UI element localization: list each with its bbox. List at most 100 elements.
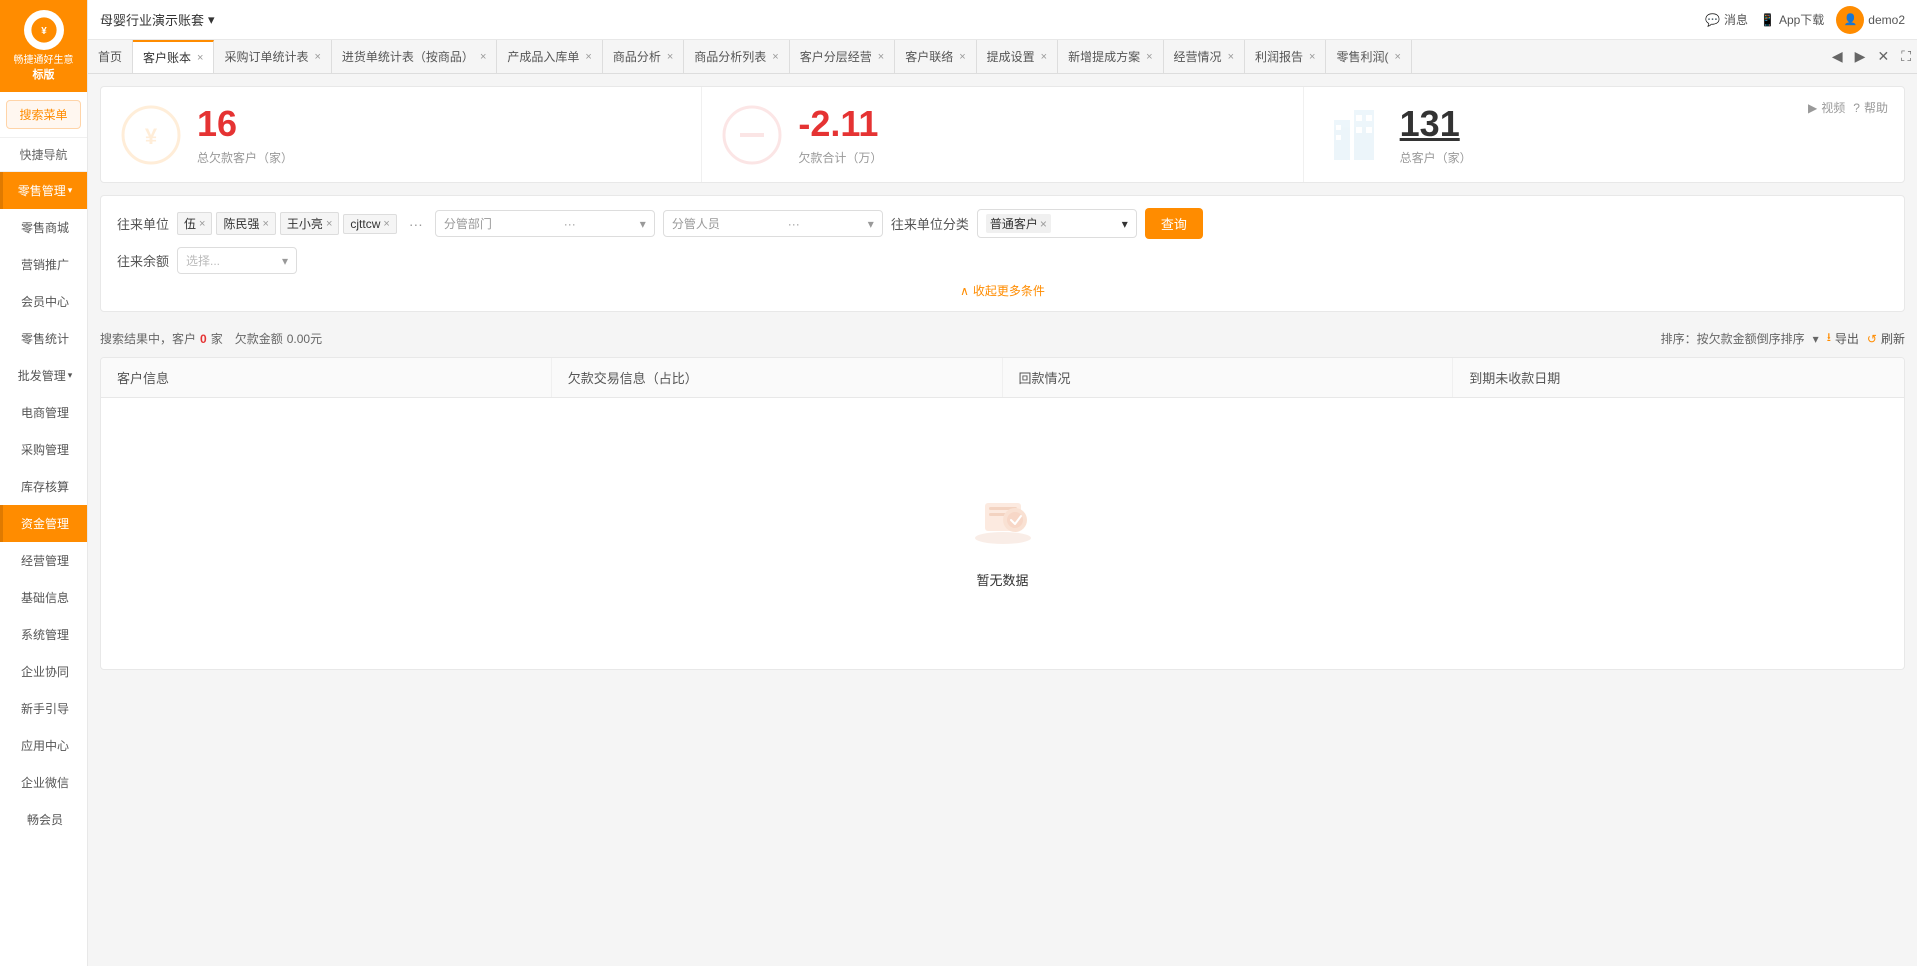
tag-remove-icon[interactable]: × — [262, 218, 268, 230]
tab-close-icon[interactable]: × — [314, 51, 320, 63]
tag-remove-icon[interactable]: × — [383, 218, 389, 230]
avatar-icon: 👤 — [1843, 13, 1857, 26]
tab-close-icon[interactable]: × — [667, 51, 673, 63]
tab-scroll-right[interactable]: ▶ — [1849, 48, 1872, 65]
sidebar-item-sys-mgmt[interactable]: 系统管理 — [0, 616, 87, 653]
sidebar-item-basic-info[interactable]: 基础信息 — [0, 579, 87, 616]
tab-promotion-settings[interactable]: 提成设置× — [977, 40, 1058, 74]
unit-tag-陈民强[interactable]: 陈民强× — [216, 212, 275, 235]
refresh-label: 刷新 — [1881, 330, 1905, 347]
search-menu-button[interactable]: 搜索菜单 — [6, 100, 81, 129]
building-icon — [1324, 105, 1384, 165]
sidebar-item-label: 企业协同 — [21, 665, 69, 679]
dept-filter-select[interactable]: 分管部门 ··· ▾ — [435, 210, 655, 237]
tab-close-icon[interactable]: × — [772, 51, 778, 63]
tab-retail-profit[interactable]: 零售利润( × — [1326, 40, 1411, 74]
tab-close-icon[interactable]: × — [1309, 51, 1315, 63]
sidebar-item-label: 新手引导 — [21, 702, 69, 716]
tab-close-icon[interactable]: × — [197, 52, 203, 64]
tab-product-analysis-list[interactable]: 商品分析列表× — [684, 40, 789, 74]
app-download-button[interactable]: 📱 App下载 — [1760, 11, 1824, 28]
overdue-customers-number: 16 — [197, 103, 681, 145]
video-label: 视频 — [1821, 99, 1845, 116]
person-dropdown-icon: ▾ — [868, 217, 874, 231]
refresh-button[interactable]: ↺ 刷新 — [1867, 330, 1905, 347]
sidebar-item-ecommerce[interactable]: 电商管理 — [0, 394, 87, 431]
tab-home[interactable]: 首页 — [88, 40, 133, 74]
message-button[interactable]: 💬 消息 — [1705, 11, 1748, 28]
balance-dropdown-icon: ▾ — [282, 254, 288, 268]
tab-close-icon[interactable]: × — [878, 51, 884, 63]
sidebar-item-wholesale-mgmt[interactable]: 批发管理▾ — [0, 357, 87, 394]
tab-close-icon[interactable]: × — [1228, 51, 1234, 63]
tab-close-icon[interactable]: × — [585, 51, 591, 63]
sidebar-item-app-center[interactable]: 应用中心 — [0, 727, 87, 764]
sidebar-item-finance[interactable]: 资金管理 — [0, 505, 87, 542]
tab-product-analysis[interactable]: 商品分析 × — [603, 40, 684, 74]
sidebar-item-member-center[interactable]: 会员中心 — [0, 283, 87, 320]
tab-inbound-stats[interactable]: 进货单统计表（按商品）× — [332, 40, 497, 74]
text-help-button[interactable]: ? 帮助 — [1853, 99, 1888, 116]
person-filter-select[interactable]: 分管人员 ··· ▾ — [663, 210, 883, 237]
user-profile[interactable]: 👤 demo2 — [1836, 6, 1905, 34]
tab-close-icon[interactable]: × — [959, 51, 965, 63]
table-header: 客户信息欠款交易信息（占比）回款情况到期未收款日期 — [101, 358, 1904, 398]
stat-overdue-amount: -2.11 欠款合计（万） — [702, 87, 1303, 182]
unit-tag-王小亮[interactable]: 王小亮× — [280, 212, 339, 235]
category-tag-remove[interactable]: × — [1040, 217, 1047, 231]
tab-label: 零售利润( — [1336, 48, 1388, 65]
tab-customer-contact[interactable]: 客户联络× — [895, 40, 976, 74]
dept-dropdown-icon: ▾ — [640, 217, 646, 231]
yuan-circle-icon: ¥ — [121, 105, 181, 165]
unit-tag-伍[interactable]: 伍× — [177, 212, 212, 235]
collapse-button[interactable]: ∧ 收起更多条件 — [960, 282, 1045, 299]
unit-tag-cjttcw[interactable]: cjttcw× — [343, 214, 396, 234]
video-help-button[interactable]: ▶ 视频 — [1808, 99, 1845, 116]
tab-accounts-receivable[interactable]: 客户账本× — [133, 40, 214, 74]
export-icon: ⭳ — [1827, 328, 1831, 349]
account-selector[interactable]: 母婴行业演示账套 ▾ — [100, 10, 215, 29]
sidebar-item-operation[interactable]: 经营管理 — [0, 542, 87, 579]
sidebar-logo[interactable]: ¥ 畅捷通好生意 标版 — [0, 0, 87, 92]
tab-customer-segment[interactable]: 客户分层经营× — [790, 40, 895, 74]
more-tags-button[interactable]: ··· — [405, 214, 427, 234]
query-button[interactable]: 查询 — [1145, 208, 1203, 239]
stat-overdue-amount-info: -2.11 欠款合计（万） — [798, 103, 1282, 166]
tab-operation-status[interactable]: 经营情况× — [1164, 40, 1245, 74]
tab-profit-report[interactable]: 利润报告× — [1245, 40, 1326, 74]
sidebar-item-enterprise-wechat[interactable]: 企业微信 — [0, 764, 87, 801]
sidebar-item-purchase[interactable]: 采购管理 — [0, 431, 87, 468]
export-label: 导出 — [1835, 330, 1859, 347]
main-area: 母婴行业演示账套 ▾ 💬 消息 📱 App下载 👤 demo2 首页客户账本×采… — [88, 0, 1917, 966]
tab-purchase-order[interactable]: 采购订单统计表× — [214, 40, 331, 74]
tab-close-icon[interactable]: × — [1146, 51, 1152, 63]
sidebar-item-retail-stats[interactable]: 零售统计 — [0, 320, 87, 357]
sidebar-item-label: 资金管理 — [21, 517, 69, 531]
tab-close-icon[interactable]: × — [480, 51, 486, 63]
tag-remove-icon[interactable]: × — [326, 218, 332, 230]
tag-label: 伍 — [184, 215, 196, 232]
stat-help-area: ▶ 视频 ? 帮助 — [1808, 99, 1888, 116]
category-filter-select[interactable]: 普通客户 × ▾ — [977, 209, 1137, 238]
tab-close-icon[interactable]: × — [1041, 51, 1047, 63]
tab-scroll-left[interactable]: ◀ — [1826, 48, 1849, 65]
tab-add-promotion[interactable]: 新增提成方案× — [1058, 40, 1163, 74]
tab-label: 商品分析 — [613, 48, 661, 65]
balance-filter-select[interactable]: 选择... ▾ — [177, 247, 297, 274]
sidebar-item-label: 应用中心 — [21, 739, 69, 753]
export-button[interactable]: ⭳ 导出 — [1827, 328, 1859, 349]
sidebar-item-retail-mall[interactable]: 零售商城 — [0, 209, 87, 246]
tab-close-all[interactable]: ✕ — [1871, 48, 1895, 65]
tab-product-inbound[interactable]: 产成品入库单× — [497, 40, 602, 74]
tab-close-icon[interactable]: × — [1394, 51, 1400, 63]
sidebar-item-enterprise[interactable]: 企业协同 — [0, 653, 87, 690]
sidebar-item-marketing[interactable]: 营销推广 — [0, 246, 87, 283]
topbar-right: 💬 消息 📱 App下载 👤 demo2 — [1705, 6, 1905, 34]
sidebar-item-inventory[interactable]: 库存核算 — [0, 468, 87, 505]
sidebar-item-guide[interactable]: 新手引导 — [0, 690, 87, 727]
sidebar-item-vip-member[interactable]: 畅会员 — [0, 801, 87, 838]
sidebar-item-retail-mgmt[interactable]: 零售管理▾ — [0, 172, 87, 209]
tab-expand[interactable]: ⛶ — [1895, 48, 1917, 65]
tag-remove-icon[interactable]: × — [199, 218, 205, 230]
quick-nav-button[interactable]: 快捷导航 — [0, 138, 87, 172]
